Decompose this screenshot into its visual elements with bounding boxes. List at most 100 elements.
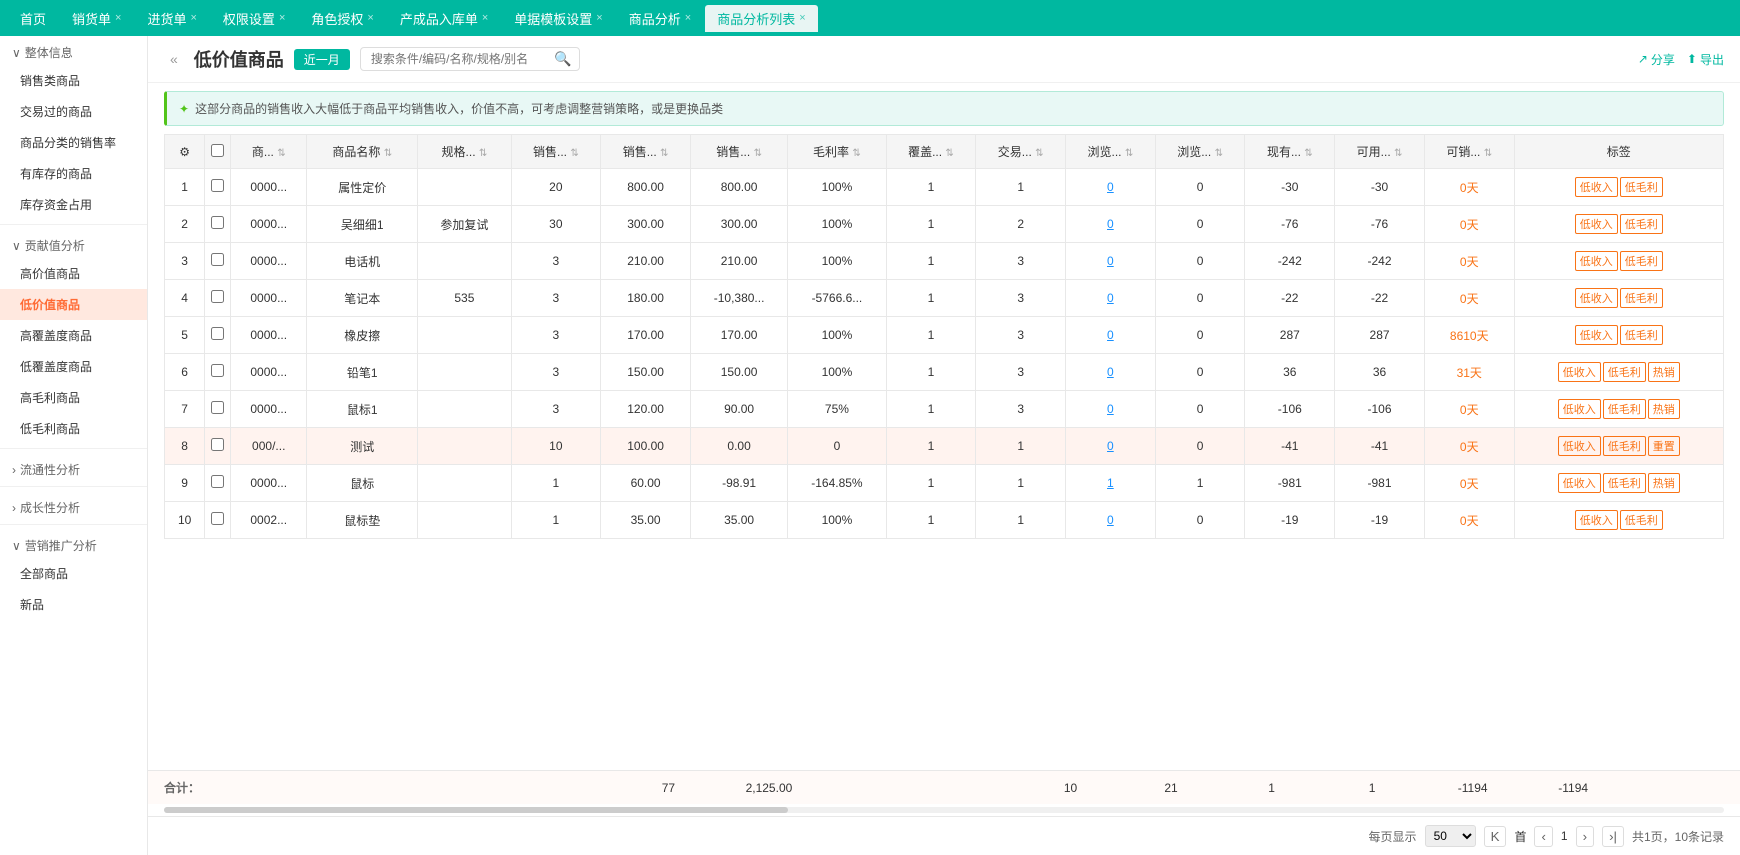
nav-template-settings[interactable]: 单据模板设置 × bbox=[502, 5, 614, 32]
cell-checkbox[interactable] bbox=[205, 317, 231, 354]
row-checkbox[interactable] bbox=[211, 216, 224, 229]
browse-link[interactable]: 0 bbox=[1107, 254, 1114, 268]
col-browse2[interactable]: 浏览... ⇅ bbox=[1155, 135, 1245, 169]
cell-checkbox[interactable] bbox=[205, 206, 231, 243]
col-sales-profit[interactable]: 销售... ⇅ bbox=[690, 135, 787, 169]
cell-checkbox[interactable] bbox=[205, 280, 231, 317]
col-available[interactable]: 可用... ⇅ bbox=[1335, 135, 1425, 169]
page-size-select[interactable]: 50 100 200 bbox=[1425, 825, 1476, 847]
cell-browse1[interactable]: 0 bbox=[1066, 206, 1156, 243]
cell-browse1[interactable]: 0 bbox=[1066, 354, 1156, 391]
close-icon[interactable]: × bbox=[190, 12, 196, 24]
cell-browse1[interactable]: 0 bbox=[1066, 169, 1156, 206]
col-checkbox[interactable] bbox=[205, 135, 231, 169]
cell-checkbox[interactable] bbox=[205, 428, 231, 465]
col-saleable[interactable]: 可销... ⇅ bbox=[1424, 135, 1514, 169]
export-button[interactable]: ⬆ 导出 bbox=[1687, 51, 1724, 68]
close-icon[interactable]: × bbox=[596, 12, 602, 24]
close-icon[interactable]: × bbox=[482, 12, 488, 24]
browse-link[interactable]: 0 bbox=[1107, 402, 1114, 416]
close-icon[interactable]: × bbox=[799, 12, 805, 24]
cell-checkbox[interactable] bbox=[205, 243, 231, 280]
row-checkbox[interactable] bbox=[211, 401, 224, 414]
row-checkbox[interactable] bbox=[211, 253, 224, 266]
cell-checkbox[interactable] bbox=[205, 502, 231, 539]
browse-link[interactable]: 0 bbox=[1107, 291, 1114, 305]
col-sales-amount[interactable]: 销售... ⇅ bbox=[601, 135, 691, 169]
browse-link[interactable]: 0 bbox=[1107, 180, 1114, 194]
cell-checkbox[interactable] bbox=[205, 465, 231, 502]
browse-link[interactable]: 0 bbox=[1107, 439, 1114, 453]
sidebar-group-growth[interactable]: › 成长性分析 bbox=[0, 491, 147, 520]
nav-purchase-order[interactable]: 进货单 × bbox=[135, 5, 208, 32]
sidebar-item-low-profit[interactable]: 低毛利商品 bbox=[0, 413, 147, 444]
cell-checkbox[interactable] bbox=[205, 391, 231, 428]
cell-browse1[interactable]: 0 bbox=[1066, 502, 1156, 539]
select-all-checkbox[interactable] bbox=[211, 144, 224, 157]
nav-sales-order[interactable]: 销货单 × bbox=[60, 5, 133, 32]
close-icon[interactable]: × bbox=[279, 12, 285, 24]
browse-link[interactable]: 0 bbox=[1107, 513, 1114, 527]
sidebar-group-marketing[interactable]: ∨ 营销推广分析 bbox=[0, 529, 147, 558]
scrollbar-thumb[interactable] bbox=[164, 807, 788, 813]
sidebar-item-high-profit[interactable]: 高毛利商品 bbox=[0, 382, 147, 413]
sidebar-item-sales-products[interactable]: 销售类商品 bbox=[0, 65, 147, 96]
sidebar-group-contribution[interactable]: ∨ 贡献值分析 bbox=[0, 229, 147, 258]
sidebar-item-low-value[interactable]: 低价值商品 bbox=[0, 289, 147, 320]
nav-home[interactable]: 首页 bbox=[8, 5, 58, 32]
nav-product-inbound[interactable]: 产成品入库单 × bbox=[388, 5, 500, 32]
cell-checkbox[interactable] bbox=[205, 354, 231, 391]
col-name[interactable]: 商品名称 ⇅ bbox=[307, 135, 418, 169]
first-page-button[interactable]: K bbox=[1484, 826, 1507, 847]
sidebar-item-traded-products[interactable]: 交易过的商品 bbox=[0, 96, 147, 127]
search-input[interactable] bbox=[360, 47, 580, 71]
col-transactions[interactable]: 交易... ⇅ bbox=[976, 135, 1066, 169]
row-checkbox[interactable] bbox=[211, 512, 224, 525]
close-icon[interactable]: × bbox=[367, 12, 373, 24]
cell-browse1[interactable]: 0 bbox=[1066, 243, 1156, 280]
close-icon[interactable]: × bbox=[115, 12, 121, 24]
col-current-stock[interactable]: 现有... ⇅ bbox=[1245, 135, 1335, 169]
sidebar-item-high-value[interactable]: 高价值商品 bbox=[0, 258, 147, 289]
last-page-button[interactable]: ›| bbox=[1602, 826, 1624, 847]
browse-link[interactable]: 0 bbox=[1107, 217, 1114, 231]
row-checkbox[interactable] bbox=[211, 327, 224, 340]
close-icon[interactable]: × bbox=[685, 12, 691, 24]
browse-link[interactable]: 1 bbox=[1107, 476, 1114, 490]
col-coverage[interactable]: 覆盖... ⇅ bbox=[886, 135, 976, 169]
row-checkbox[interactable] bbox=[211, 438, 224, 451]
col-gross-margin[interactable]: 毛利率 ⇅ bbox=[788, 135, 886, 169]
cell-browse1[interactable]: 1 bbox=[1066, 465, 1156, 502]
sidebar-group-circulation[interactable]: › 流通性分析 bbox=[0, 453, 147, 482]
cell-browse1[interactable]: 0 bbox=[1066, 317, 1156, 354]
filter-tag[interactable]: 近一月 bbox=[294, 49, 350, 70]
nav-product-analysis[interactable]: 商品分析 × bbox=[617, 5, 703, 32]
col-spec[interactable]: 规格... ⇅ bbox=[418, 135, 511, 169]
col-settings[interactable]: ⚙ bbox=[165, 135, 205, 169]
row-checkbox[interactable] bbox=[211, 290, 224, 303]
prev-page-button[interactable]: ‹ bbox=[1534, 826, 1552, 847]
cell-browse1[interactable]: 0 bbox=[1066, 280, 1156, 317]
sidebar-group-overall[interactable]: ∨ 整体信息 bbox=[0, 36, 147, 65]
sidebar-item-high-coverage[interactable]: 高覆盖度商品 bbox=[0, 320, 147, 351]
row-checkbox[interactable] bbox=[211, 475, 224, 488]
col-browse1[interactable]: 浏览... ⇅ bbox=[1066, 135, 1156, 169]
row-checkbox[interactable] bbox=[211, 364, 224, 377]
sidebar-item-all-products[interactable]: 全部商品 bbox=[0, 558, 147, 589]
sidebar-item-stocked-products[interactable]: 有库存的商品 bbox=[0, 158, 147, 189]
sidebar-item-inventory-capital[interactable]: 库存资金占用 bbox=[0, 189, 147, 220]
browse-link[interactable]: 0 bbox=[1107, 328, 1114, 342]
cell-browse1[interactable]: 0 bbox=[1066, 391, 1156, 428]
cell-browse1[interactable]: 0 bbox=[1066, 428, 1156, 465]
nav-permissions[interactable]: 权限设置 × bbox=[211, 5, 297, 32]
horizontal-scrollbar[interactable] bbox=[148, 804, 1740, 816]
browse-link[interactable]: 0 bbox=[1107, 365, 1114, 379]
search-icon[interactable]: 🔍 bbox=[554, 51, 571, 68]
share-button[interactable]: ↗ 分享 bbox=[1638, 51, 1675, 68]
nav-product-analysis-list[interactable]: 商品分析列表 × bbox=[705, 5, 817, 32]
collapse-sidebar-button[interactable]: « bbox=[164, 49, 184, 69]
cell-checkbox[interactable] bbox=[205, 169, 231, 206]
col-sales-qty[interactable]: 销售... ⇅ bbox=[511, 135, 601, 169]
sidebar-item-category-rate[interactable]: 商品分类的销售率 bbox=[0, 127, 147, 158]
nav-role-auth[interactable]: 角色授权 × bbox=[299, 5, 385, 32]
